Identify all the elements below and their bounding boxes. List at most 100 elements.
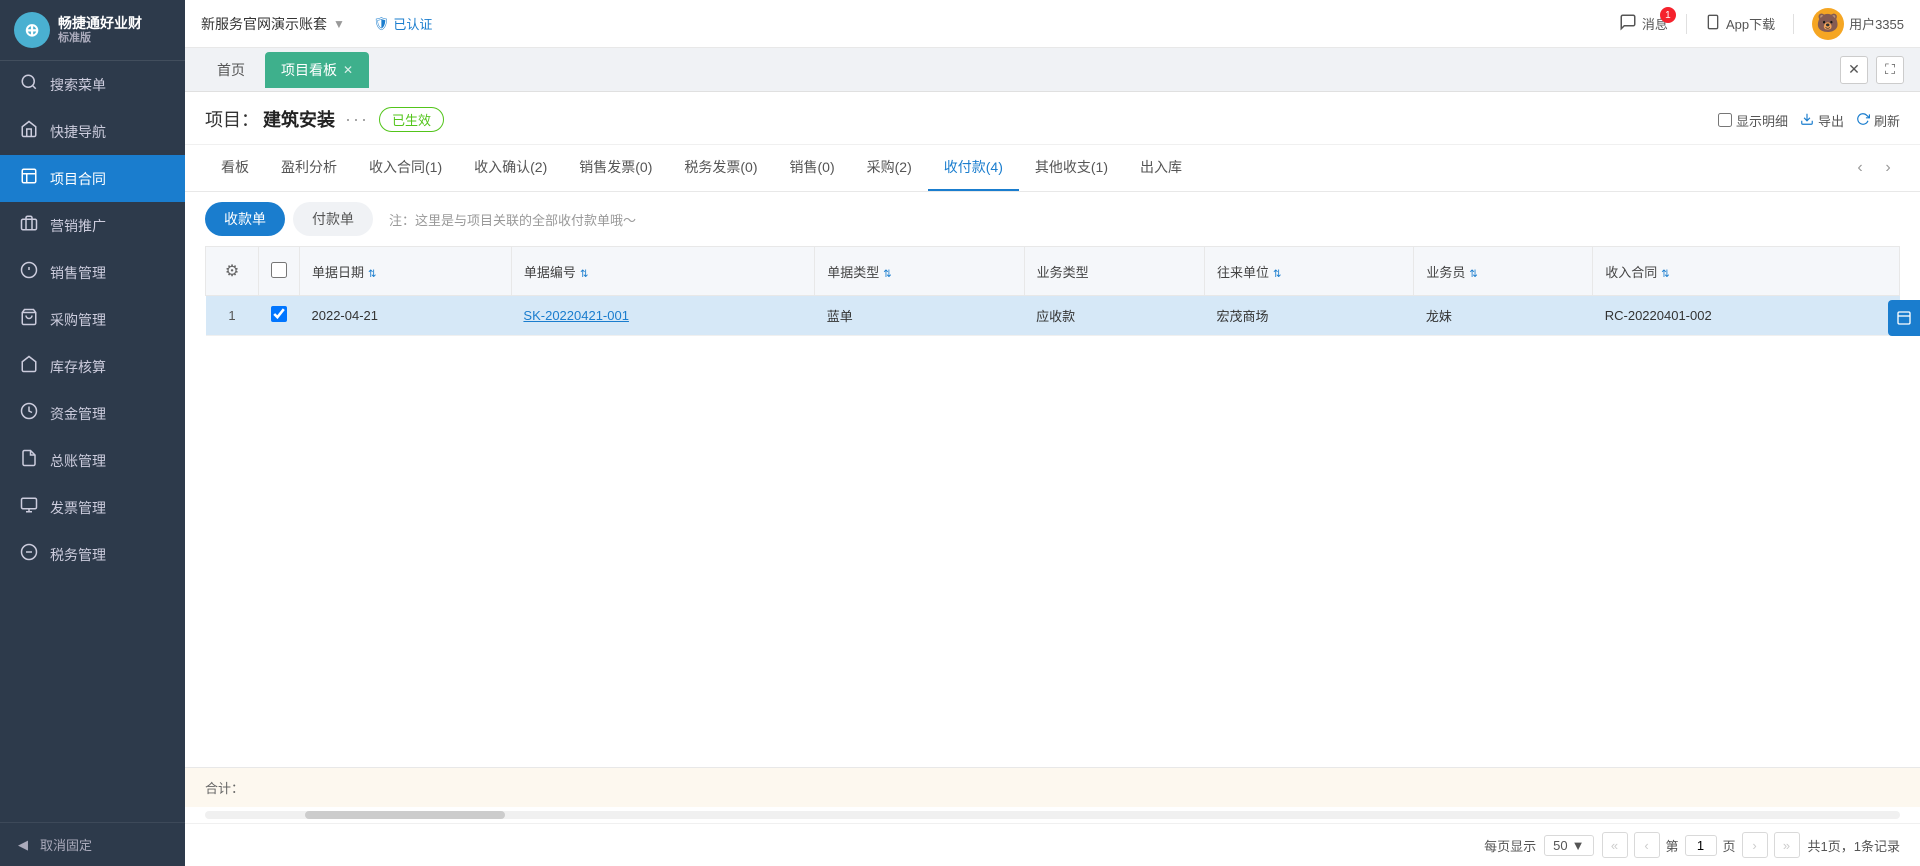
tab-home-label: 首页 [217, 60, 245, 80]
subtab-inventory[interactable]: 出入库 [1124, 145, 1198, 191]
sidebar-item-quick-nav[interactable]: 快捷导航 [0, 108, 185, 155]
tab-project-board[interactable]: 项目看板 ✕ [265, 52, 369, 88]
show-detail-input[interactable] [1718, 113, 1732, 127]
subtab-other-income[interactable]: 其他收支(1) [1019, 145, 1124, 191]
project-label: 项目： [205, 106, 259, 132]
refresh-label: 刷新 [1874, 111, 1900, 130]
col-business-type: 业务类型 [1024, 247, 1204, 296]
subtab-receipt[interactable]: 收付款(4) [928, 145, 1019, 191]
app-name: 畅捷通好业财 [58, 15, 142, 32]
col-number[interactable]: 单据编号⇅ [511, 247, 814, 296]
certified-badge: 🛡 已认证 [373, 14, 433, 33]
account-chevron-icon: ▼ [333, 17, 345, 31]
sidebar-item-fund[interactable]: 资金管理 [0, 390, 185, 437]
subtab-income-contract[interactable]: 收入合同(1) [353, 145, 458, 191]
show-detail-checkbox[interactable]: 显示明细 [1718, 111, 1788, 130]
sidebar-item-search[interactable]: 搜索菜单 [0, 61, 185, 108]
col-salesperson[interactable]: 业务员⇅ [1414, 247, 1593, 296]
sidebar-item-invoice[interactable]: 发票管理 [0, 484, 185, 531]
tab-project-board-label: 项目看板 [281, 60, 337, 80]
sidebar-item-ledger[interactable]: 总账管理 [0, 437, 185, 484]
col-date[interactable]: 单据日期⇅ [300, 247, 512, 296]
prev-page-button[interactable]: ‹ [1634, 832, 1660, 858]
col-partner[interactable]: 往来单位⇅ [1204, 247, 1413, 296]
page-size-selector[interactable]: 50 ▼ [1544, 835, 1593, 856]
tab-close-icon[interactable]: ✕ [343, 63, 353, 77]
sidebar-item-sales[interactable]: 销售管理 [0, 249, 185, 296]
subtab-kanban[interactable]: 看板 [205, 145, 265, 191]
refresh-button[interactable]: 刷新 [1856, 111, 1900, 130]
sidebar-pin-toggle[interactable]: ◀ 取消固定 [0, 822, 185, 866]
sidebar-item-inventory[interactable]: 库存核算 [0, 343, 185, 390]
next-page-button[interactable]: › [1742, 832, 1768, 858]
inner-tabs: 收款单 付款单 注：这里是与项目关联的全部收付款单哦～ [185, 192, 1920, 246]
page-label: 第 [1666, 836, 1679, 855]
row-select-checkbox[interactable] [271, 306, 287, 322]
subtab-profit[interactable]: 盈利分析 [265, 145, 353, 191]
sidebar-footer-label: 取消固定 [40, 835, 92, 854]
sidebar-item-project-label: 项目合同 [50, 169, 106, 189]
sticky-panel[interactable] [1888, 300, 1920, 336]
sidebar-item-project[interactable]: 项目合同 [0, 155, 185, 202]
user-menu[interactable]: 🐻 用户3355 [1812, 8, 1904, 40]
refresh-icon [1856, 112, 1870, 129]
data-table: ⚙ 单据日期⇅ 单据编号⇅ 单据类型⇅ [205, 246, 1900, 336]
message-button[interactable]: 消息 1 [1619, 13, 1668, 34]
settings-gear-icon[interactable]: ⚙ [218, 257, 246, 285]
subtab-purchase[interactable]: 采购(2) [851, 145, 928, 191]
subtab-sales-invoice[interactable]: 销售发票(0) [563, 145, 668, 191]
subtab-income-confirm[interactable]: 收入确认(2) [458, 145, 563, 191]
sidebar-item-purchase[interactable]: 采购管理 [0, 296, 185, 343]
pin-icon: ◀ [18, 837, 28, 853]
subtab-sales[interactable]: 销售(0) [774, 145, 851, 191]
sidebar-item-invoice-label: 发票管理 [50, 498, 106, 518]
page-input[interactable] [1685, 835, 1717, 856]
tabbar: 首页 项目看板 ✕ ✕ ⛶ [185, 48, 1920, 92]
row-number-link[interactable]: SK-20220421-001 [523, 308, 629, 323]
tax-icon [18, 543, 40, 566]
app-download-button[interactable]: App下载 [1705, 14, 1775, 33]
col-settings[interactable]: ⚙ [206, 247, 259, 296]
subtab-next-arrow[interactable]: › [1876, 156, 1900, 180]
sidebar-item-quick-nav-label: 快捷导航 [50, 122, 106, 142]
last-page-button[interactable]: » [1774, 832, 1800, 858]
row-checkbox-cell [259, 296, 300, 336]
sidebar-item-fund-label: 资金管理 [50, 404, 106, 424]
sidebar-item-tax[interactable]: 税务管理 [0, 531, 185, 578]
tab-maximize-button[interactable]: ⛶ [1876, 56, 1904, 84]
account-selector[interactable]: 新服务官网演示账套 ▼ [201, 14, 345, 34]
col-income-contract[interactable]: 收入合同⇅ [1593, 247, 1900, 296]
col-type[interactable]: 单据类型⇅ [815, 247, 1024, 296]
subtab-prev-arrow[interactable]: ‹ [1848, 156, 1872, 180]
project-header: 项目： 建筑安装 ··· 已生效 显示明细 导出 [185, 92, 1920, 145]
inner-tab-payment[interactable]: 付款单 [293, 202, 373, 236]
table-row[interactable]: 1 2022-04-21 SK-20220421-001 蓝单 应收款 宏茂商场… [206, 296, 1900, 336]
shield-icon: 🛡 [373, 16, 390, 32]
inner-tab-payment-label: 付款单 [312, 211, 354, 227]
content-area: 项目： 建筑安装 ··· 已生效 显示明细 导出 [185, 92, 1920, 866]
inner-tab-receipt[interactable]: 收款单 [205, 202, 285, 236]
pagination: 每页显示 50 ▼ « ‹ 第 页 › » 共1页，1条记录 [185, 823, 1920, 866]
date-sort-icon: ⇅ [368, 269, 376, 280]
table-header-row: ⚙ 单据日期⇅ 单据编号⇅ 单据类型⇅ [206, 247, 1900, 296]
certified-label: 已认证 [393, 14, 432, 33]
export-button[interactable]: 导出 [1800, 111, 1844, 130]
sidebar-item-ledger-label: 总账管理 [50, 451, 106, 471]
message-badge: 1 [1660, 7, 1676, 23]
horizontal-scrollbar[interactable] [205, 811, 1900, 819]
sidebar-item-tax-label: 税务管理 [50, 545, 106, 565]
sidebar: ⊕ 畅捷通好业财 标准版 搜索菜单 快捷导航 项目合同 [0, 0, 185, 866]
row-number[interactable]: SK-20220421-001 [511, 296, 814, 336]
project-more-button[interactable]: ··· [345, 109, 369, 130]
sidebar-item-marketing[interactable]: 营销推广 [0, 202, 185, 249]
tab-close-button[interactable]: ✕ [1840, 56, 1868, 84]
first-page-button[interactable]: « [1602, 832, 1628, 858]
row-income-contract: RC-20220401-002 [1593, 296, 1900, 336]
row-type: 蓝单 [815, 296, 1024, 336]
sidebar-item-purchase-label: 采购管理 [50, 310, 106, 330]
number-sort-icon: ⇅ [580, 269, 588, 280]
scrollbar-thumb[interactable] [305, 811, 505, 819]
subtab-tax-invoice[interactable]: 税务发票(0) [668, 145, 773, 191]
tab-home[interactable]: 首页 [201, 52, 261, 88]
select-all-checkbox[interactable] [271, 262, 287, 278]
